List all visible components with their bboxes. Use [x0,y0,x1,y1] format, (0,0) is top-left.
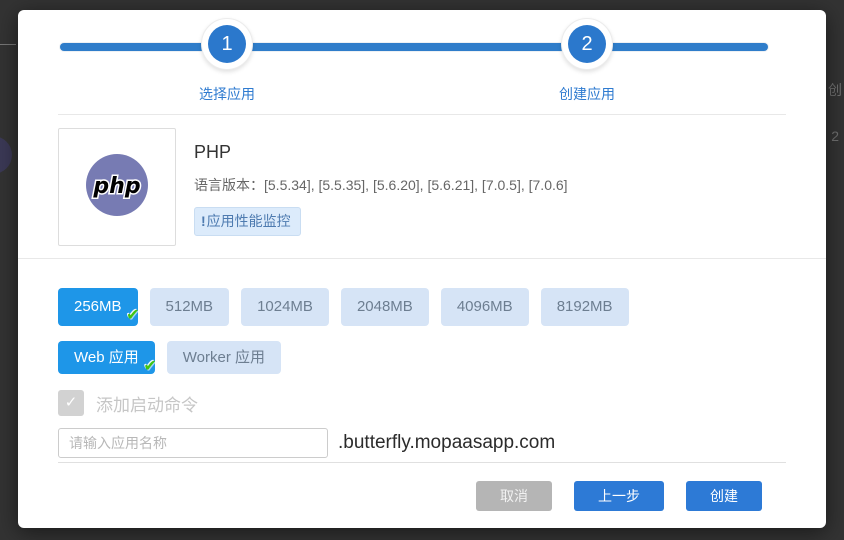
memory-option-label: 256MB [74,298,122,315]
stepper-progress-bar [60,43,768,51]
memory-option-512mb[interactable]: 512MB [149,288,230,326]
apm-tag[interactable]: !应用性能监控 [194,207,301,236]
create-button[interactable]: 创建 [686,481,762,511]
app-info: PHP 语言版本：[5.5.34], [5.5.35], [5.6.20], [… [194,128,568,246]
step-1-circle: 1 [208,25,246,63]
memory-option-2048mb[interactable]: 2048MB [340,288,429,326]
background-underlined-text-fragment [0,32,16,45]
app-type-option-label: Worker 应用 [182,349,265,366]
check-icon: ✔ [126,307,140,324]
exclamation-icon: ! [201,213,206,229]
check-icon: ✔ [143,358,157,375]
step-1-label: 选择应用 [199,86,255,102]
domain-suffix: .butterfly.mopaasapp.com [338,432,556,453]
footer-buttons: 取消 上一步 创建 [476,481,762,511]
background-text-fragment: 创 [828,82,842,98]
app-type-option-worker[interactable]: Worker 应用 [166,341,281,374]
memory-option-label: 8192MB [556,298,613,315]
app-type-option-label: Web 应用 [74,349,139,366]
selected-app-section: php PHP 语言版本：[5.5.34], [5.5.35], [5.6.20… [18,116,826,259]
step-2-label: 创建应用 [559,86,615,102]
memory-option-4096mb[interactable]: 4096MB [440,288,529,326]
memory-options-row: 256MB ✔ 512MB 1024MB 2048MB 4096MB 8192M… [58,288,786,326]
app-language-versions: 语言版本：[5.5.34], [5.5.35], [5.6.20], [5.6.… [194,177,568,193]
app-type-option-web[interactable]: Web 应用 ✔ [58,341,157,375]
memory-option-8192mb[interactable]: 8192MB [540,288,629,326]
startup-command-checkbox[interactable]: ✓ [58,390,84,416]
startup-command-label: 添加启动命令 [96,395,198,415]
stepper: 1 选择应用 2 创建应用 [18,10,826,116]
memory-option-label: 2048MB [356,298,413,315]
divider [58,114,786,115]
step-2-circle: 2 [568,25,606,63]
step-halo: 2 [561,18,613,70]
app-title: PHP [194,142,232,162]
background-number-fragment: 2 [831,128,839,144]
stepper-step-2[interactable]: 2 创建应用 [558,18,616,104]
app-name-row: .butterfly.mopaasapp.com [58,428,786,458]
modal-footer: 取消 上一步 创建 [18,462,826,528]
app-name-input[interactable] [58,428,328,458]
background-logo-fragment [0,136,12,174]
memory-option-1024mb[interactable]: 1024MB [241,288,329,326]
svg-text:php: php [92,174,140,199]
step-halo: 1 [201,18,253,70]
create-app-modal: 1 选择应用 2 创建应用 php PHP 语言版本：[5.5.34], [5.… [18,10,826,528]
memory-option-label: 1024MB [257,298,313,315]
stepper-step-1[interactable]: 1 选择应用 [198,18,256,104]
apm-tag-label: 应用性能监控 [206,213,291,229]
php-logo-icon: php [85,153,149,222]
app-logo-card: php [58,128,176,246]
app-type-options-row: Web 应用 ✔ Worker 应用 [58,341,786,375]
app-config-controls: 256MB ✔ 512MB 1024MB 2048MB 4096MB 8192M… [18,259,826,458]
previous-step-button[interactable]: 上一步 [574,481,664,511]
memory-option-256mb[interactable]: 256MB ✔ [58,288,140,326]
cancel-button[interactable]: 取消 [476,481,552,511]
startup-command-row: ✓ 添加启动命令 [58,390,786,416]
memory-option-label: 4096MB [456,298,513,315]
divider [58,462,786,463]
memory-option-label: 512MB [165,298,214,315]
